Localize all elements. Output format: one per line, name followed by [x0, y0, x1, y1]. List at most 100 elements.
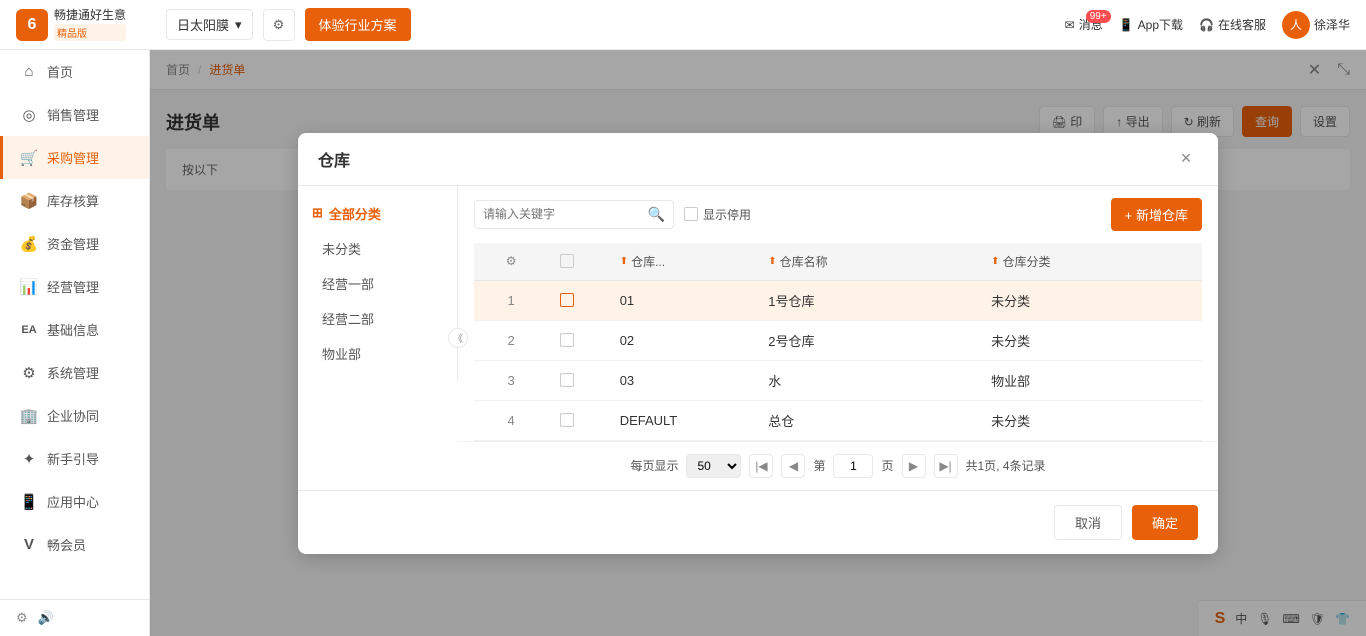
grid-icon: ⊞	[312, 205, 323, 221]
sort-icon-cat: ⬆	[991, 256, 999, 267]
system-icon: ⚙	[19, 364, 39, 382]
sort-icon-code: ⬆	[620, 256, 628, 267]
first-page-button[interactable]: |◀	[749, 454, 773, 478]
category-panel: ⊞ 全部分类 未分类 经营一部 经营二部 物业部	[298, 186, 458, 381]
row-checkbox[interactable]	[560, 413, 574, 427]
page-suffix: 页	[881, 457, 893, 474]
cell-category: 未分类	[979, 400, 1202, 440]
cell-category: 未分类	[979, 280, 1202, 320]
sort-icon-name: ⬆	[768, 256, 776, 267]
online-service-label: 在线客服	[1218, 16, 1266, 33]
store-name: 日太阳膜	[177, 15, 229, 34]
sidebar-item-inventory[interactable]: 📦 库存核算	[0, 179, 149, 222]
sidebar-item-enterprise[interactable]: 🏢 企业协同	[0, 394, 149, 437]
search-input[interactable]	[483, 207, 648, 221]
sidebar-item-system[interactable]: ⚙ 系统管理	[0, 351, 149, 394]
table-row[interactable]: 1 01 1号仓库 未分类	[474, 280, 1202, 320]
th-name[interactable]: ⬆ 仓库名称	[756, 243, 979, 281]
row-checkbox[interactable]	[560, 333, 574, 347]
sidebar-label-operation: 经营管理	[47, 277, 99, 296]
app-download-button[interactable]: 📱 App下载	[1119, 16, 1183, 33]
messages-button[interactable]: ✉ 消息 99+	[1065, 16, 1103, 33]
app-download-label: App下载	[1138, 16, 1183, 33]
sidebar-item-capital[interactable]: 💰 资金管理	[0, 222, 149, 265]
online-service-button[interactable]: 🎧 在线客服	[1199, 16, 1266, 33]
sidebar-item-guide[interactable]: ✦ 新手引导	[0, 437, 149, 480]
user-profile[interactable]: 人 徐泽华	[1282, 11, 1350, 39]
modal-title: 仓库	[318, 147, 350, 171]
modal-footer: 取消 确定	[298, 490, 1218, 554]
table-panel: 🔍 显示停用 + 新增仓库	[458, 186, 1218, 490]
inventory-icon: 📦	[19, 192, 39, 210]
sidebar-bottom: ⚙ 🔊	[0, 599, 149, 636]
cell-code: 01	[608, 280, 757, 320]
show-disabled-checkbox[interactable]	[684, 207, 698, 221]
data-table: ⚙ ⬆ 仓库...	[474, 243, 1202, 441]
cell-category: 未分类	[979, 320, 1202, 360]
confirm-button[interactable]: 确定	[1132, 505, 1198, 540]
collapse-panel-button[interactable]: 《	[448, 328, 468, 348]
mobile-icon: 📱	[1119, 18, 1134, 32]
guide-icon: ✦	[19, 450, 39, 468]
messages-badge: 99+	[1086, 10, 1111, 23]
headset-icon: 🎧	[1199, 18, 1214, 32]
category-item-property[interactable]: 物业部	[298, 336, 457, 371]
table-header-row: ⚙ ⬆ 仓库...	[474, 243, 1202, 281]
select-all-checkbox[interactable]	[560, 254, 574, 268]
sidebar-label-basic: 基础信息	[47, 320, 99, 339]
cell-category: 物业部	[979, 360, 1202, 400]
operation-icon: 📊	[19, 278, 39, 296]
category-all[interactable]: ⊞ 全部分类	[298, 196, 457, 231]
prev-page-button[interactable]: ◀	[781, 454, 805, 478]
th-name-label: 仓库名称	[780, 253, 828, 270]
page-label: 第	[813, 457, 825, 474]
category-all-label: 全部分类	[329, 204, 381, 223]
row-checkbox[interactable]	[560, 373, 574, 387]
th-category[interactable]: ⬆ 仓库分类	[979, 243, 1202, 281]
add-warehouse-button[interactable]: + 新增仓库	[1111, 198, 1202, 231]
table-row[interactable]: 4 DEFAULT 总仓 未分类	[474, 400, 1202, 440]
table-row[interactable]: 2 02 2号仓库 未分类	[474, 320, 1202, 360]
table-row[interactable]: 3 03 水 物业部	[474, 360, 1202, 400]
cell-index: 2	[474, 320, 548, 360]
page-input[interactable]	[833, 454, 873, 478]
cancel-button[interactable]: 取消	[1054, 505, 1122, 540]
sidebar-item-home[interactable]: ⌂ 首页	[0, 50, 149, 93]
last-page-button[interactable]: ▶|	[934, 454, 958, 478]
per-page-label: 每页显示	[630, 457, 678, 474]
cell-index: 3	[474, 360, 548, 400]
per-page-select[interactable]: 50 10 20 100	[686, 454, 741, 478]
sidebar-item-operation[interactable]: 📊 经营管理	[0, 265, 149, 308]
basic-icon: EA	[19, 324, 39, 336]
sidebar-item-member[interactable]: V 畅会员	[0, 523, 149, 566]
settings-small-icon[interactable]: ⚙	[16, 610, 28, 626]
category-item-ops1[interactable]: 经营一部	[298, 266, 457, 301]
sidebar-label-inventory: 库存核算	[47, 191, 99, 210]
search-wrap: 🔍	[474, 200, 674, 229]
trial-button[interactable]: 体验行业方案	[305, 8, 411, 41]
th-settings: ⚙	[474, 243, 548, 281]
message-icon: ✉	[1065, 18, 1075, 32]
username: 徐泽华	[1314, 16, 1350, 33]
avatar: 人	[1282, 11, 1310, 39]
category-item-ops2[interactable]: 经营二部	[298, 301, 457, 336]
store-selector[interactable]: 日太阳膜 ▾	[166, 9, 253, 40]
th-category-label: 仓库分类	[1003, 253, 1051, 270]
home-icon: ⌂	[19, 63, 39, 80]
th-checkbox	[548, 243, 607, 281]
cell-checkbox	[548, 360, 607, 400]
speaker-icon[interactable]: 🔊	[38, 610, 54, 626]
member-icon: V	[19, 536, 39, 553]
next-page-button[interactable]: ▶	[902, 454, 926, 478]
th-code[interactable]: ⬆ 仓库...	[608, 243, 757, 281]
modal-close-button[interactable]: ×	[1174, 147, 1198, 171]
sidebar-item-purchase[interactable]: 🛒 采购管理	[0, 136, 149, 179]
row-checkbox[interactable]	[560, 293, 574, 307]
sidebar-item-basic[interactable]: EA 基础信息	[0, 308, 149, 351]
category-item-unclassified[interactable]: 未分类	[298, 231, 457, 266]
cell-code: 02	[608, 320, 757, 360]
sidebar-item-appcenter[interactable]: 📱 应用中心	[0, 480, 149, 523]
enterprise-icon: 🏢	[19, 407, 39, 425]
settings-button[interactable]: ⚙	[263, 9, 295, 41]
sidebar-item-sales[interactable]: ◎ 销售管理	[0, 93, 149, 136]
